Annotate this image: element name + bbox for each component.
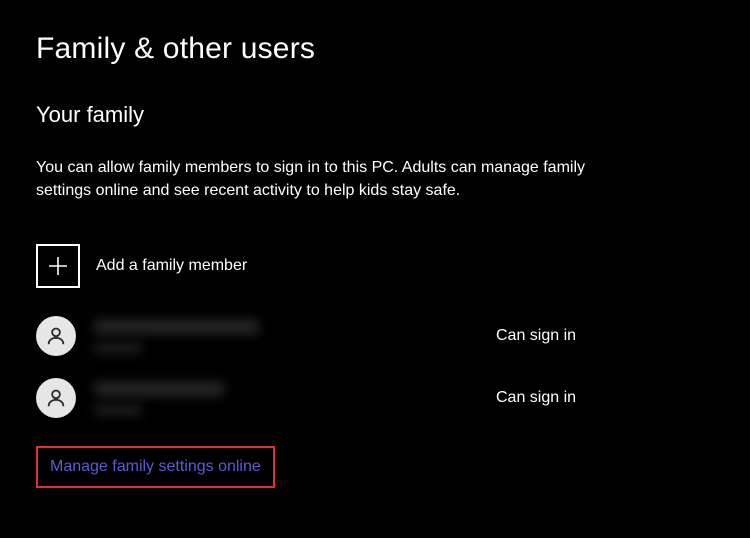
avatar xyxy=(36,378,76,418)
member-status: Can sign in xyxy=(496,327,596,345)
member-role-redacted xyxy=(94,342,142,354)
person-icon xyxy=(45,387,67,409)
section-your-family-heading: Your family xyxy=(36,102,714,128)
member-info xyxy=(94,319,496,354)
member-status: Can sign in xyxy=(496,389,596,407)
add-family-member-button[interactable]: Add a family member xyxy=(36,244,714,288)
highlight-box: Manage family settings online xyxy=(36,446,275,488)
plus-icon xyxy=(36,244,80,288)
page-title: Family & other users xyxy=(36,32,714,66)
manage-family-settings-online-link[interactable]: Manage family settings online xyxy=(50,458,261,475)
member-name-redacted xyxy=(94,319,259,335)
family-member-row[interactable]: Can sign in xyxy=(36,316,596,356)
family-member-row[interactable]: Can sign in xyxy=(36,378,596,418)
avatar xyxy=(36,316,76,356)
member-info xyxy=(94,381,496,416)
section-description: You can allow family members to sign in … xyxy=(36,156,596,202)
person-icon xyxy=(45,325,67,347)
add-family-member-label: Add a family member xyxy=(96,257,247,275)
member-name-redacted xyxy=(94,381,224,397)
member-role-redacted xyxy=(94,404,142,416)
